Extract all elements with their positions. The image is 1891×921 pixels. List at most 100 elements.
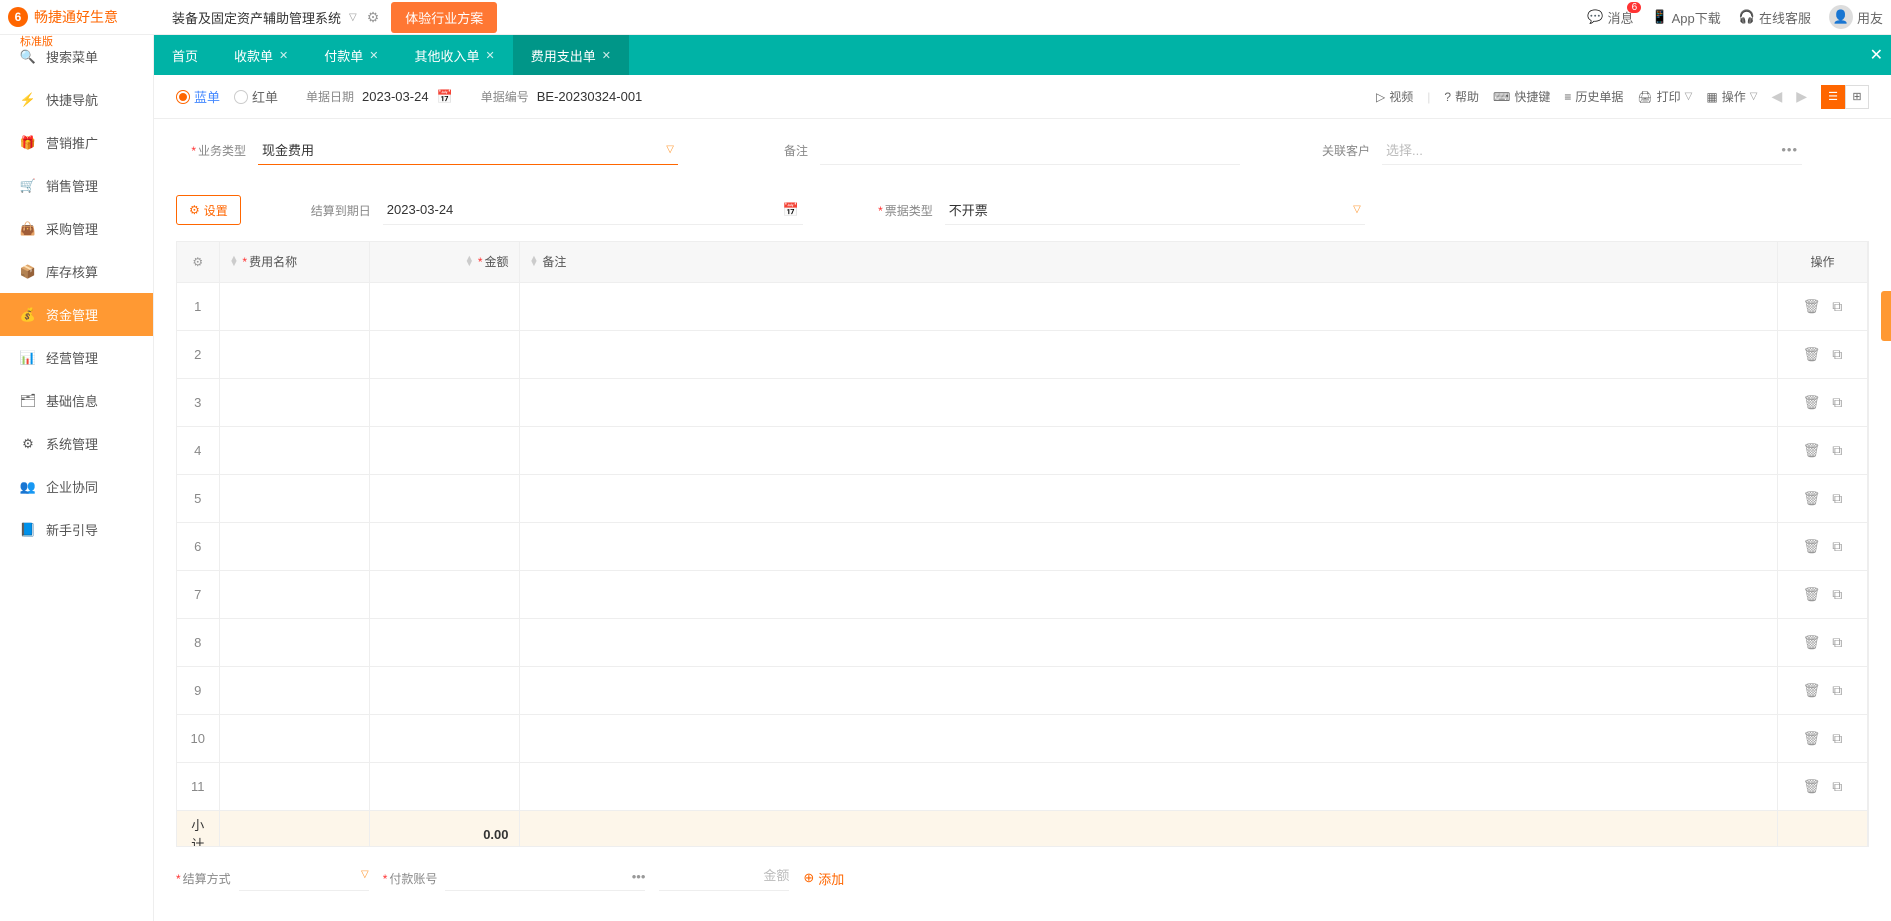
cell-amount[interactable]	[369, 330, 519, 378]
sidebar-item-3[interactable]: 🛒销售管理	[0, 164, 153, 207]
cell-remark[interactable]	[519, 474, 1778, 522]
cell-amount[interactable]	[369, 570, 519, 618]
doc-date-field[interactable]: 单据日期 2023-03-24 📅	[306, 88, 453, 105]
sidebar-item-10[interactable]: 👥企业协同	[0, 465, 153, 508]
copy-icon[interactable]: ⧉	[1832, 586, 1842, 602]
cell-amount[interactable]	[369, 666, 519, 714]
cell-name[interactable]	[219, 618, 369, 666]
sidebar-item-2[interactable]: 🎁营销推广	[0, 121, 153, 164]
table-row[interactable]: 4 🗑 ⧉	[177, 426, 1868, 474]
cell-amount[interactable]	[369, 762, 519, 810]
tab-3[interactable]: 其他收入单✕	[396, 35, 512, 75]
cell-name[interactable]	[219, 378, 369, 426]
table-scroll[interactable]: ⚙ ▲▼*费用名称 ▲▼*金额 ▲▼备注 操作 1 🗑 ⧉ 2 �	[176, 241, 1869, 847]
cell-remark[interactable]	[519, 282, 1778, 330]
biz-type-input[interactable]: 现金费用 ▽	[258, 135, 678, 165]
cell-remark[interactable]	[519, 666, 1778, 714]
remark-input[interactable]	[820, 135, 1240, 165]
add-button[interactable]: ⊕添加	[803, 869, 844, 888]
tab-0[interactable]: 首页	[154, 35, 216, 75]
settle-method-input[interactable]: ▽	[239, 865, 369, 891]
close-icon[interactable]: ✕	[279, 49, 288, 62]
delete-icon[interactable]: 🗑	[1803, 586, 1821, 602]
print-button[interactable]: 🖨打印▽	[1637, 88, 1692, 105]
table-row[interactable]: 11 🗑 ⧉	[177, 762, 1868, 810]
th-gear[interactable]: ⚙	[177, 242, 219, 282]
copy-icon[interactable]: ⧉	[1832, 394, 1842, 410]
copy-icon[interactable]: ⧉	[1832, 730, 1842, 746]
cell-amount[interactable]	[369, 474, 519, 522]
delete-icon[interactable]: 🗑	[1803, 490, 1821, 506]
cell-name[interactable]	[219, 330, 369, 378]
close-icon[interactable]: ✕	[602, 49, 611, 62]
app-download-button[interactable]: 📱 App下载	[1651, 8, 1720, 27]
delete-icon[interactable]: 🗑	[1803, 634, 1821, 650]
copy-icon[interactable]: ⧉	[1832, 298, 1842, 314]
tab-1[interactable]: 收款单✕	[216, 35, 306, 75]
table-row[interactable]: 2 🗑 ⧉	[177, 330, 1868, 378]
radio-red[interactable]: 红单	[234, 87, 278, 106]
prev-arrow-icon[interactable]: ◀	[1771, 88, 1782, 105]
user-menu[interactable]: 👤 用友	[1829, 5, 1883, 29]
cell-remark[interactable]	[519, 426, 1778, 474]
copy-icon[interactable]: ⧉	[1832, 682, 1842, 698]
sidebar-item-11[interactable]: 📘新手引导	[0, 508, 153, 551]
cell-remark[interactable]	[519, 522, 1778, 570]
table-row[interactable]: 6 🗑 ⧉	[177, 522, 1868, 570]
cell-name[interactable]	[219, 714, 369, 762]
table-row[interactable]: 9 🗑 ⧉	[177, 666, 1868, 714]
right-scroll-indicator[interactable]	[1881, 291, 1891, 341]
pay-account-input[interactable]: •••	[445, 865, 645, 891]
cell-remark[interactable]	[519, 378, 1778, 426]
delete-icon[interactable]: 🗑	[1803, 538, 1821, 554]
delete-icon[interactable]: 🗑	[1803, 394, 1821, 410]
copy-icon[interactable]: ⧉	[1832, 346, 1842, 362]
sidebar-item-6[interactable]: 💰资金管理	[0, 293, 153, 336]
system-selector[interactable]: 装备及固定资产辅助管理系统 ▽	[172, 8, 357, 27]
th-name[interactable]: ▲▼*费用名称	[219, 242, 369, 282]
table-row[interactable]: 3 🗑 ⧉	[177, 378, 1868, 426]
cell-name[interactable]	[219, 570, 369, 618]
th-remark[interactable]: ▲▼备注	[519, 242, 1778, 282]
messages-button[interactable]: 💬 消息 6	[1587, 8, 1633, 27]
cell-remark[interactable]	[519, 762, 1778, 810]
cell-amount[interactable]	[369, 522, 519, 570]
copy-icon[interactable]: ⧉	[1832, 538, 1842, 554]
cell-name[interactable]	[219, 282, 369, 330]
next-arrow-icon[interactable]: ▶	[1796, 88, 1807, 105]
cell-name[interactable]	[219, 522, 369, 570]
cell-remark[interactable]	[519, 570, 1778, 618]
copy-icon[interactable]: ⧉	[1832, 442, 1842, 458]
tab-2[interactable]: 付款单✕	[306, 35, 396, 75]
cell-amount[interactable]	[369, 714, 519, 762]
table-row[interactable]: 1 🗑 ⧉	[177, 282, 1868, 330]
cell-amount[interactable]	[369, 426, 519, 474]
cell-amount[interactable]	[369, 282, 519, 330]
sidebar-item-1[interactable]: ⚡快捷导航	[0, 78, 153, 121]
experience-button[interactable]: 体验行业方案	[391, 2, 497, 33]
sidebar-item-9[interactable]: ⚙系统管理	[0, 422, 153, 465]
cell-name[interactable]	[219, 474, 369, 522]
delete-icon[interactable]: 🗑	[1803, 682, 1821, 698]
settle-date-input[interactable]: 2023-03-24 📅	[383, 195, 803, 225]
help-button[interactable]: ?帮助	[1444, 88, 1479, 105]
video-button[interactable]: ▷视频	[1376, 88, 1413, 105]
sidebar-item-7[interactable]: 📊经营管理	[0, 336, 153, 379]
sidebar-item-5[interactable]: 📦库存核算	[0, 250, 153, 293]
delete-icon[interactable]: 🗑	[1803, 298, 1821, 314]
table-row[interactable]: 10 🗑 ⧉	[177, 714, 1868, 762]
cell-amount[interactable]	[369, 378, 519, 426]
table-row[interactable]: 7 🗑 ⧉	[177, 570, 1868, 618]
sidebar-item-8[interactable]: 🗂基础信息	[0, 379, 153, 422]
amount-input[interactable]: 金额	[659, 865, 789, 891]
more-icon[interactable]: •••	[1781, 142, 1798, 157]
table-row[interactable]: 8 🗑 ⧉	[177, 618, 1868, 666]
ops-button[interactable]: ▦操作▽	[1706, 88, 1757, 105]
tab-4[interactable]: 费用支出单✕	[513, 35, 629, 75]
th-amount[interactable]: ▲▼*金额	[369, 242, 519, 282]
copy-icon[interactable]: ⧉	[1832, 634, 1842, 650]
view-card-button[interactable]: ☰	[1821, 85, 1845, 109]
close-all-tabs-icon[interactable]: ✕	[1870, 45, 1883, 65]
delete-icon[interactable]: 🗑	[1803, 730, 1821, 746]
calendar-icon[interactable]: 📅	[783, 202, 799, 218]
